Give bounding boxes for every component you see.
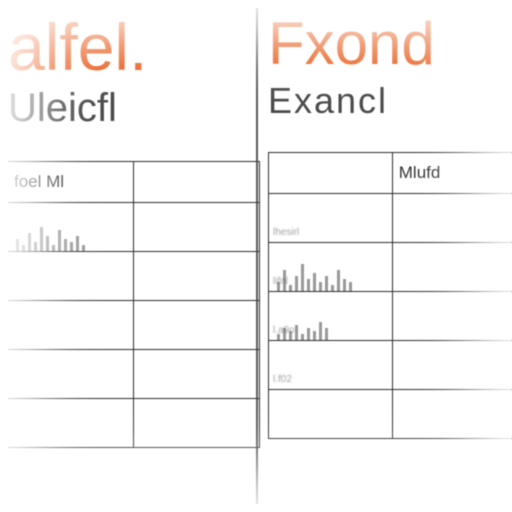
row-sparkline [16,203,127,251]
right-col-header-1: Mlufd [392,153,512,194]
table-row [269,390,512,439]
row-sparkline [277,292,386,340]
row-label: lhesirl [273,227,299,238]
table-row [8,399,260,448]
left-col-header-0: foel Ml [8,162,134,203]
left-title: alfel. [8,14,260,80]
table-header-row: foel Ml [8,162,260,203]
table-row: lifnl [269,243,512,292]
table-row [8,252,260,301]
table-row [8,301,260,350]
left-subtitle: Uleicfl [8,86,260,131]
table-row: lhesirl [269,194,512,243]
left-panel: alfel. Uleicfl foel Ml [0,0,260,512]
left-col-header-1 [134,162,260,203]
left-grid: foel Ml [8,161,260,512]
vertical-divider [256,8,258,504]
row-label: l.f02 [273,374,292,385]
right-subtitle: Exancl [268,80,512,122]
right-panel: Fxond Exancl Mlufd lhesirl lifnl [264,0,512,512]
table-row [8,350,260,399]
table-header-row: Mlufd [269,153,512,194]
row-sparkline [277,243,386,291]
right-title: Fxond [268,14,512,74]
table-row: l.a9o [269,292,512,341]
right-col-header-0 [269,153,393,194]
table-row: l.f02 [269,341,512,390]
right-grid: Mlufd lhesirl lifnl l.a9o [268,152,512,512]
table-row [8,203,260,252]
